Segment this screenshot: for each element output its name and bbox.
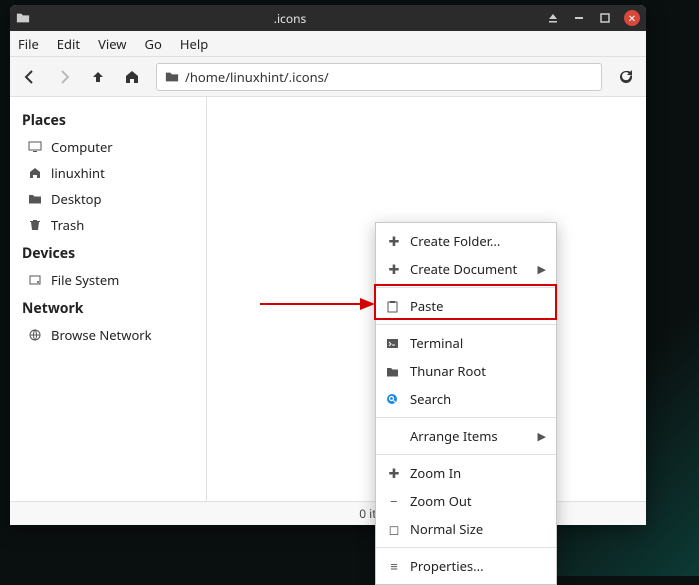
reload-button[interactable] <box>616 68 636 86</box>
menu-file[interactable]: File <box>18 35 39 53</box>
globe-icon <box>28 328 44 342</box>
up-button[interactable] <box>88 67 108 87</box>
sidebar-item-label: Browse Network <box>51 326 152 344</box>
sidebar-item-trash[interactable]: Trash <box>10 212 206 238</box>
zoom-out-icon: − <box>386 492 402 510</box>
separator <box>376 454 556 455</box>
sidebar-item-label: Trash <box>51 216 84 234</box>
properties-icon: ≡ <box>386 557 402 575</box>
context-menu: ✚ Create Folder... ✚ Create Document ▶ P… <box>375 222 557 585</box>
sidebar-item-desktop[interactable]: Desktop <box>10 186 206 212</box>
eject-icon[interactable] <box>546 11 560 25</box>
cm-normal-size[interactable]: ◻ Normal Size <box>376 515 556 543</box>
chevron-right-icon: ▶ <box>538 262 546 277</box>
plus-icon: ✚ <box>386 232 402 250</box>
cm-thunar-root[interactable]: Thunar Root <box>376 357 556 385</box>
sidebar-item-computer[interactable]: Computer <box>10 134 206 160</box>
menu-view[interactable]: View <box>98 35 126 53</box>
places-header: Places <box>10 105 206 134</box>
close-button[interactable]: ✕ <box>624 10 640 26</box>
plus-icon: ✚ <box>386 260 402 278</box>
titlebar: .icons ✕ <box>10 5 646 31</box>
trash-icon <box>28 218 44 232</box>
devices-header: Devices <box>10 238 206 267</box>
forward-button[interactable] <box>54 67 74 87</box>
disk-icon <box>28 273 44 287</box>
cm-terminal[interactable]: Terminal <box>376 329 556 357</box>
folder-icon <box>28 192 44 206</box>
zoom-reset-icon: ◻ <box>386 520 402 538</box>
cm-create-folder[interactable]: ✚ Create Folder... <box>376 227 556 255</box>
path-text: /home/linuxhint/.icons/ <box>185 68 329 86</box>
cm-paste[interactable]: Paste <box>376 292 556 320</box>
menu-help[interactable]: Help <box>180 35 208 53</box>
sidebar-item-label: Desktop <box>51 190 102 208</box>
clipboard-icon <box>386 300 402 313</box>
toolbar: /home/linuxhint/.icons/ <box>10 57 646 97</box>
cm-search[interactable]: Search <box>376 385 556 413</box>
sidebar-item-network[interactable]: Browse Network <box>10 322 206 348</box>
separator <box>376 287 556 288</box>
window-title: .icons <box>34 10 546 27</box>
chevron-right-icon: ▶ <box>538 429 546 444</box>
menu-go[interactable]: Go <box>145 35 162 53</box>
monitor-icon <box>28 140 44 154</box>
folder-icon <box>16 11 34 25</box>
search-icon <box>386 393 402 406</box>
cm-create-document[interactable]: ✚ Create Document ▶ <box>376 255 556 283</box>
sidebar-item-label: File System <box>51 271 119 289</box>
separator <box>376 547 556 548</box>
separator <box>376 324 556 325</box>
terminal-icon <box>386 337 402 350</box>
menubar: File Edit View Go Help <box>10 31 646 57</box>
cm-zoom-in[interactable]: ✚ Zoom In <box>376 459 556 487</box>
path-input[interactable]: /home/linuxhint/.icons/ <box>156 63 602 91</box>
minimize-button[interactable] <box>572 11 586 25</box>
cm-zoom-out[interactable]: − Zoom Out <box>376 487 556 515</box>
back-button[interactable] <box>20 67 40 87</box>
separator <box>376 417 556 418</box>
cm-arrange-items[interactable]: Arrange Items ▶ <box>376 422 556 450</box>
sidebar-item-filesystem[interactable]: File System <box>10 267 206 293</box>
network-header: Network <box>10 293 206 322</box>
zoom-in-icon: ✚ <box>386 464 402 482</box>
folder-icon <box>165 70 179 84</box>
sidebar-item-label: linuxhint <box>51 164 105 182</box>
sidebar-item-home[interactable]: linuxhint <box>10 160 206 186</box>
folder-icon <box>386 365 402 378</box>
menu-edit[interactable]: Edit <box>57 35 80 53</box>
sidebar: Places Computer linuxhint Desktop Trash … <box>10 97 207 501</box>
home-button[interactable] <box>122 67 142 87</box>
maximize-button[interactable] <box>598 11 612 25</box>
home-icon <box>28 166 44 180</box>
sidebar-item-label: Computer <box>51 138 113 156</box>
